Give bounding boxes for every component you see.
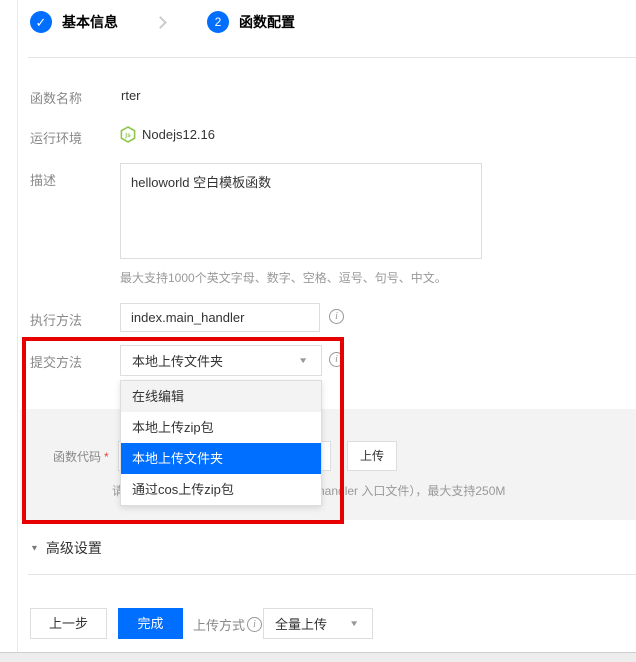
required-asterisk: * <box>104 450 109 464</box>
footer-divider <box>28 574 636 575</box>
code-hint-right-fragment: handler 入口文件），最大支持250M <box>318 482 505 499</box>
runtime-value-row: js Nodejs12.16 <box>120 126 215 143</box>
caret-down-icon: ▼ <box>298 356 324 365</box>
header-divider <box>28 57 636 58</box>
submit-method-label: 提交方法 <box>30 352 82 371</box>
upload-button[interactable]: 上传 <box>347 441 397 471</box>
submit-method-selected-value: 本地上传文件夹 <box>121 351 301 370</box>
upload-mode-label: 上传方式 <box>193 615 245 634</box>
page-edge-line <box>17 0 18 652</box>
handler-label: 执行方法 <box>30 310 82 329</box>
step2-number: 2 <box>215 15 222 29</box>
page-bottom-edge <box>0 652 636 662</box>
step1-done-circle: ✓ <box>30 11 52 33</box>
chevron-right-icon <box>154 16 167 29</box>
advanced-settings-label: 高级设置 <box>46 538 102 558</box>
info-icon[interactable]: i <box>329 352 344 367</box>
menu-item-upload-zip[interactable]: 本地上传zip包 <box>121 412 321 443</box>
upload-mode-label-row: 上传方式 i <box>193 615 262 634</box>
info-icon[interactable]: i <box>329 309 344 324</box>
description-hint: 最大支持1000个英文字母、数字、空格、逗号、句号、中文。 <box>120 269 447 286</box>
submit-method-select[interactable]: 本地上传文件夹 ▼ <box>120 345 322 376</box>
upload-mode-select[interactable]: 全量上传 ▼ <box>263 608 373 639</box>
description-label: 描述 <box>30 170 56 189</box>
description-textarea[interactable]: helloworld 空白模板函数 <box>120 163 482 259</box>
function-name-value: rter <box>121 88 141 103</box>
runtime-label: 运行环境 <box>30 128 82 147</box>
svg-text:js: js <box>124 132 131 139</box>
caret-down-icon: ▼ <box>30 544 39 553</box>
step2-label: 函数配置 <box>239 12 295 32</box>
menu-item-upload-folder[interactable]: 本地上传文件夹 <box>121 443 321 474</box>
caret-down-icon: ▼ <box>349 619 375 628</box>
handler-input[interactable] <box>120 303 320 332</box>
runtime-value: Nodejs12.16 <box>142 127 215 142</box>
menu-item-online-edit[interactable]: 在线编辑 <box>121 381 321 412</box>
step2-circle: 2 <box>207 11 229 33</box>
function-name-label: 函数名称 <box>30 88 82 107</box>
step1-label: 基本信息 <box>62 12 118 32</box>
upload-mode-selected-value: 全量上传 <box>264 614 352 633</box>
menu-item-cos-zip[interactable]: 通过cos上传zip包 <box>121 474 321 505</box>
nodejs-icon: js <box>120 126 136 143</box>
step-indicator: ✓ 基本信息 2 函数配置 <box>30 11 295 33</box>
advanced-settings-toggle[interactable]: ▼ 高级设置 <box>30 538 102 558</box>
function-code-label: 函数代码* <box>53 448 109 465</box>
check-icon: ✓ <box>36 16 47 29</box>
info-icon[interactable]: i <box>247 617 262 632</box>
finish-button[interactable]: 完成 <box>118 608 183 639</box>
previous-step-button[interactable]: 上一步 <box>30 608 107 639</box>
submit-method-dropdown-menu: 在线编辑 本地上传zip包 本地上传文件夹 通过cos上传zip包 <box>120 380 322 506</box>
